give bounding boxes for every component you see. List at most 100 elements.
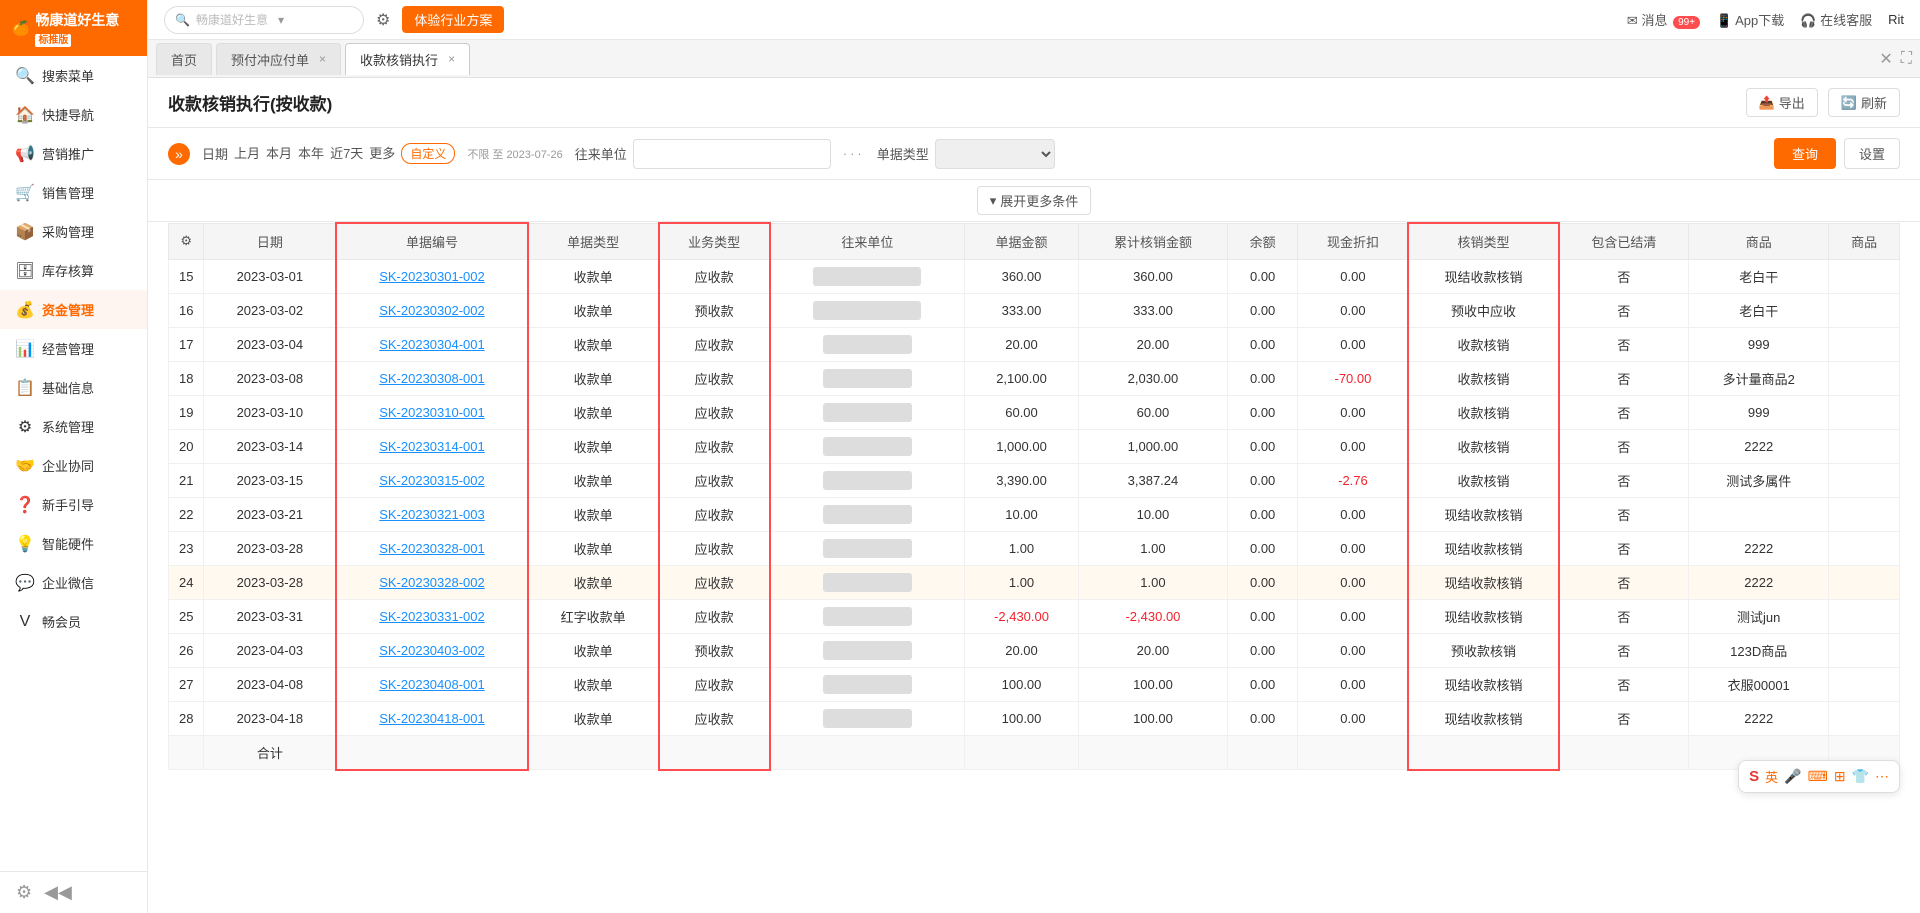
doc-no-link[interactable]: SK-20230314-001 bbox=[379, 439, 485, 454]
query-btn[interactable]: 查询 bbox=[1774, 138, 1836, 169]
cell-included: 否 bbox=[1559, 396, 1689, 430]
doc-no-link[interactable]: SK-20230331-002 bbox=[379, 609, 485, 624]
cell-biz-type: 应收款 bbox=[659, 430, 770, 464]
cell-included: 否 bbox=[1559, 702, 1689, 736]
cell-doc-no: SK-20230315-002 bbox=[336, 464, 528, 498]
user-name[interactable]: Rit bbox=[1888, 12, 1904, 27]
sidebar-item-基础信息[interactable]: 📋基础信息 bbox=[0, 368, 147, 407]
sidebar-item-智能硬件[interactable]: 💡智能硬件 bbox=[0, 524, 147, 563]
export-btn[interactable]: 📤 导出 bbox=[1746, 88, 1818, 117]
cell-partner: ████████ bbox=[770, 464, 965, 498]
sidebar-label: 新手引导 bbox=[42, 495, 94, 514]
date-this-year[interactable]: 本年 bbox=[298, 143, 324, 164]
cell-amount: 100.00 bbox=[964, 668, 1078, 702]
cell-date: 2023-03-21 bbox=[204, 498, 336, 532]
online-service-label[interactable]: 🎧 在线客服 bbox=[1800, 10, 1872, 29]
cell-doc-type: 收款单 bbox=[528, 532, 659, 566]
doc-no-link[interactable]: SK-20230302-002 bbox=[379, 303, 485, 318]
refresh-btn[interactable]: 🔄 刷新 bbox=[1828, 88, 1900, 117]
cell-date: 2023-03-28 bbox=[204, 532, 336, 566]
sidebar-item-快捷导航[interactable]: 🏠快捷导航 bbox=[0, 95, 147, 134]
ime-apps[interactable]: ⊞ bbox=[1834, 768, 1846, 785]
sidebar-item-系统管理[interactable]: ⚙系统管理 bbox=[0, 407, 147, 446]
cell-cash-discount: 0.00 bbox=[1298, 532, 1408, 566]
sidebar-item-企业微信[interactable]: 💬企业微信 bbox=[0, 563, 147, 602]
ime-keyboard[interactable]: ⌨ bbox=[1808, 768, 1828, 785]
sidebar-item-搜索菜单[interactable]: 🔍搜索菜单 bbox=[0, 56, 147, 95]
cell-amount: 1,000.00 bbox=[964, 430, 1078, 464]
doc-no-link[interactable]: SK-20230328-002 bbox=[379, 575, 485, 590]
date-custom[interactable]: 自定义 bbox=[401, 143, 455, 164]
cell-balance: 0.00 bbox=[1227, 634, 1298, 668]
doc-no-link[interactable]: SK-20230308-001 bbox=[379, 371, 485, 386]
sidebar-item-畅会员[interactable]: V畅会员 bbox=[0, 602, 147, 641]
tab-close-icon[interactable]: ✕ bbox=[1879, 49, 1892, 69]
doctype-select[interactable] bbox=[935, 139, 1055, 169]
doc-no-link[interactable]: SK-20230315-002 bbox=[379, 473, 485, 488]
dropdown-icon: ▾ bbox=[278, 13, 284, 27]
tab-close-2[interactable]: × bbox=[448, 52, 455, 66]
doc-no-link[interactable]: SK-20230403-002 bbox=[379, 643, 485, 658]
message-label[interactable]: ✉ 消息 99+ bbox=[1627, 10, 1700, 29]
cell-cancel-amount: 360.00 bbox=[1079, 260, 1228, 294]
ime-skin[interactable]: 👕 bbox=[1852, 768, 1869, 785]
sidebar-icon: 🗄 bbox=[16, 262, 34, 280]
doc-no-link[interactable]: SK-20230418-001 bbox=[379, 711, 485, 726]
th-cancel-type: 核销类型 bbox=[1408, 223, 1558, 260]
sidebar-item-采购管理[interactable]: 📦采购管理 bbox=[0, 212, 147, 251]
sidebar-item-销售管理[interactable]: 🛒销售管理 bbox=[0, 173, 147, 212]
doc-no-link[interactable]: SK-20230321-003 bbox=[379, 507, 485, 522]
expand-more-btn[interactable]: ▾ 展开更多条件 bbox=[977, 186, 1092, 215]
app-download-label[interactable]: 📱 App下载 bbox=[1716, 10, 1784, 29]
sidebar-item-经营管理[interactable]: 📊经营管理 bbox=[0, 329, 147, 368]
cell-balance: 0.00 bbox=[1227, 532, 1298, 566]
doc-no-link[interactable]: SK-20230310-001 bbox=[379, 405, 485, 420]
topbar-gear-icon[interactable]: ⚙ bbox=[376, 10, 390, 30]
search-icon: 🔍 bbox=[175, 13, 190, 27]
tab-close-1[interactable]: × bbox=[319, 52, 326, 66]
tab-1[interactable]: 预付冲应付单× bbox=[216, 43, 341, 75]
date-more[interactable]: 更多 bbox=[369, 143, 395, 164]
cell-cancel-type: 现结收款核销 bbox=[1408, 498, 1558, 532]
th-partner: 往来单位 bbox=[770, 223, 965, 260]
table-container[interactable]: ⚙ 日期 单据编号 单据类型 业务类型 往来单位 单据金额 累计核销金额 余额 … bbox=[148, 222, 1920, 913]
tab-fullscreen-icon[interactable]: ⛶ bbox=[1901, 50, 1912, 68]
date-last-month[interactable]: 上月 bbox=[234, 143, 260, 164]
settings-icon[interactable]: ⚙ bbox=[16, 882, 32, 903]
footer-doc-type bbox=[528, 736, 659, 770]
workspace-name: 畅康道好生意 bbox=[196, 11, 268, 28]
tab-2[interactable]: 收款核销执行× bbox=[345, 43, 470, 75]
sidebar-item-库存核算[interactable]: 🗄库存核算 bbox=[0, 251, 147, 290]
sidebar-icon: 🏠 bbox=[16, 106, 34, 124]
setting-btn[interactable]: 设置 bbox=[1844, 138, 1900, 169]
cell-amount: 60.00 bbox=[964, 396, 1078, 430]
logo-icon: 🍊 bbox=[12, 20, 29, 37]
doc-no-link[interactable]: SK-20230408-001 bbox=[379, 677, 485, 692]
th-settings[interactable]: ⚙ bbox=[169, 223, 204, 260]
sidebar-item-新手引导[interactable]: ❓新手引导 bbox=[0, 485, 147, 524]
cell-no: 22 bbox=[169, 498, 204, 532]
cell-cancel-type: 现结收款核销 bbox=[1408, 532, 1558, 566]
ime-mic[interactable]: 🎤 bbox=[1784, 768, 1801, 785]
cell-partner: ██████████ bbox=[770, 260, 965, 294]
filter-expand-btn[interactable]: » bbox=[168, 143, 190, 165]
solution-btn[interactable]: 体验行业方案 bbox=[402, 6, 504, 33]
cell-cancel-amount: 20.00 bbox=[1079, 328, 1228, 362]
ime-more[interactable]: ⋯ bbox=[1875, 768, 1889, 785]
doc-no-link[interactable]: SK-20230304-001 bbox=[379, 337, 485, 352]
th-biz-type: 业务类型 bbox=[659, 223, 770, 260]
footer-partner bbox=[770, 736, 965, 770]
cell-date: 2023-04-03 bbox=[204, 634, 336, 668]
sidebar-item-营销推广[interactable]: 📢营销推广 bbox=[0, 134, 147, 173]
collapse-icon[interactable]: ◀◀ bbox=[44, 882, 72, 903]
date-7days[interactable]: 近7天 bbox=[330, 143, 363, 164]
doc-no-link[interactable]: SK-20230301-002 bbox=[379, 269, 485, 284]
doc-no-link[interactable]: SK-20230328-001 bbox=[379, 541, 485, 556]
footer-cancel-amount bbox=[1079, 736, 1228, 770]
sidebar-item-资金管理[interactable]: 💰资金管理 bbox=[0, 290, 147, 329]
topbar-search-box[interactable]: 🔍 畅康道好生意 ▾ bbox=[164, 6, 364, 34]
partner-input[interactable] bbox=[633, 139, 831, 169]
date-this-month[interactable]: 本月 bbox=[266, 143, 292, 164]
sidebar-item-企业协同[interactable]: 🤝企业协同 bbox=[0, 446, 147, 485]
tab-0[interactable]: 首页 bbox=[156, 43, 212, 75]
